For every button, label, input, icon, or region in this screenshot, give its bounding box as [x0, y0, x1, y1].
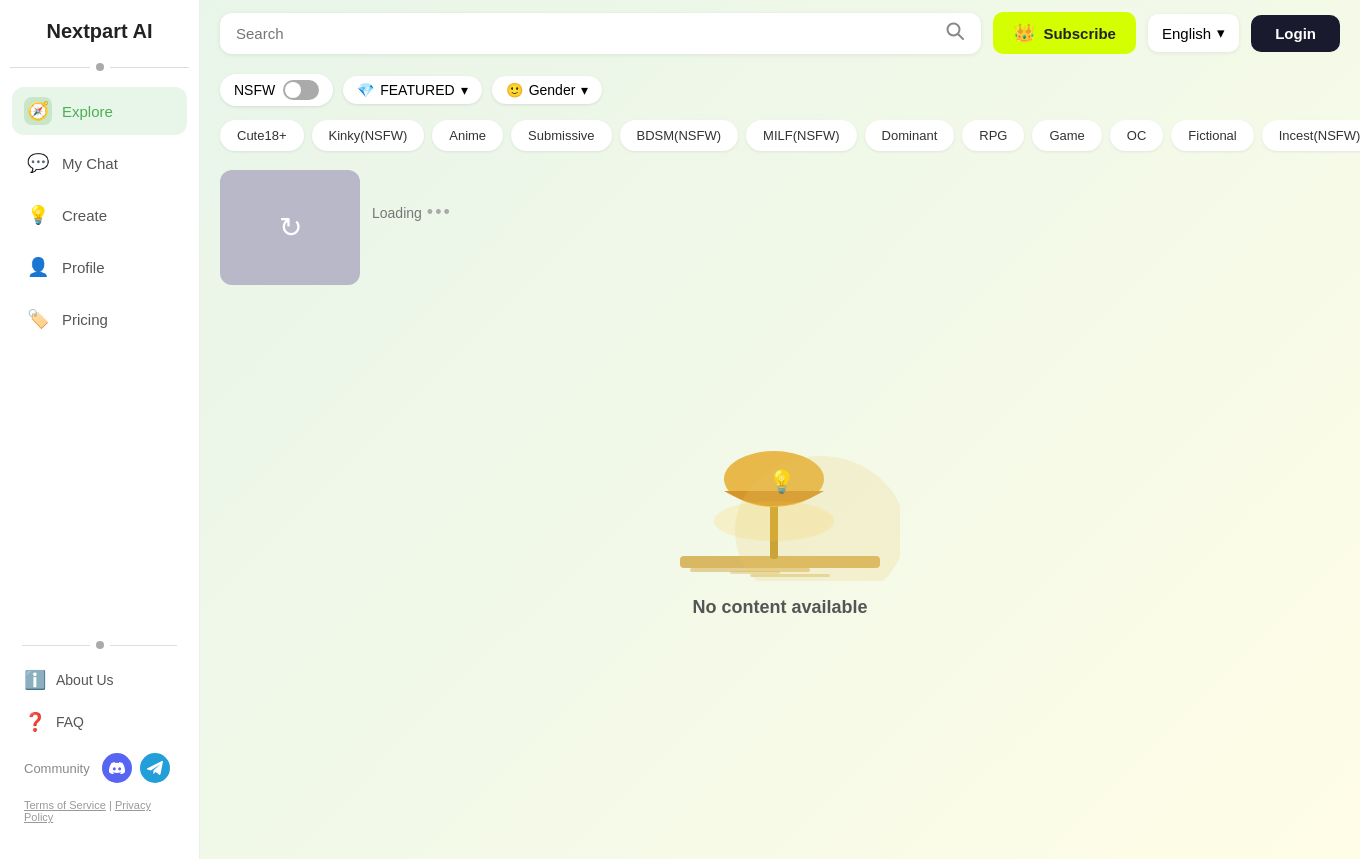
community-label: Community [24, 761, 90, 776]
footer-links: Terms of Service | Privacy Policy [12, 795, 187, 831]
category-tag-milf[interactable]: MILF(NSFW) [746, 120, 857, 151]
no-content-illustration: 💡 [660, 401, 900, 581]
nsfw-label: NSFW [234, 82, 275, 98]
language-label: English [1162, 25, 1211, 42]
chevron-down-icon: ▾ [1217, 24, 1225, 42]
faq-label: FAQ [56, 714, 84, 730]
pricing-icon: 🏷️ [24, 305, 52, 333]
faq-icon: ❓ [24, 711, 46, 733]
category-tag-oc[interactable]: OC [1110, 120, 1164, 151]
category-tag-kinky[interactable]: Kinky(NSFW) [312, 120, 425, 151]
profile-label: Profile [62, 259, 105, 276]
loading-text: Loading [372, 205, 422, 221]
nsfw-toggle[interactable]: NSFW [220, 74, 333, 106]
loading-card: ↻ [220, 170, 360, 285]
no-content-container: 💡 No content available [660, 401, 900, 618]
no-content-text: No content available [692, 597, 867, 618]
header: 👑 Subscribe English ▾ Login [200, 0, 1360, 66]
svg-line-1 [959, 34, 964, 39]
my-chat-label: My Chat [62, 155, 118, 172]
sidebar-item-create[interactable]: 💡 Create [12, 191, 187, 239]
explore-icon: 🧭 [24, 97, 52, 125]
my-chat-icon: 💬 [24, 149, 52, 177]
loading-dots-icon: ••• [427, 202, 452, 223]
sidebar-bottom: ℹ️ About Us ❓ FAQ Community Terms of Ser… [0, 633, 199, 839]
discord-icon[interactable] [102, 753, 132, 783]
app-logo: Nextpart AI [0, 20, 199, 63]
loading-indicator: Loading ••• [372, 202, 452, 223]
featured-label: FEATURED [380, 82, 454, 98]
crown-icon: 👑 [1013, 22, 1035, 44]
gender-chevron-icon: ▾ [581, 82, 588, 98]
terms-of-service-link[interactable]: Terms of Service [24, 799, 106, 811]
content-area: ↻ Loading ••• 💡 [200, 160, 1360, 859]
sidebar-top-divider [0, 63, 199, 87]
category-bar: Cute18+ Kinky(NSFW)Anime Submissive BDSM(NS… [200, 114, 1360, 160]
sidebar-item-about-us[interactable]: ℹ️ About Us [12, 661, 187, 699]
gender-filter[interactable]: 🙂 Gender ▾ [492, 76, 603, 104]
featured-icon: 💎 [357, 82, 374, 98]
category-tag-rpg[interactable]: RPG [962, 120, 1024, 151]
category-tag-game[interactable]: Game [1032, 120, 1101, 151]
svg-point-0 [948, 23, 960, 35]
login-button[interactable]: Login [1251, 15, 1340, 52]
nsfw-knob [285, 82, 301, 98]
search-icon[interactable] [945, 21, 965, 46]
sidebar-item-faq[interactable]: ❓ FAQ [12, 703, 187, 741]
filter-bar: NSFW 💎 FEATURED ▾ 🙂 Gender ▾ [200, 66, 1360, 114]
featured-chevron-icon: ▾ [461, 82, 468, 98]
nsfw-switch[interactable] [283, 80, 319, 100]
sidebar-item-profile[interactable]: 👤 Profile [12, 243, 187, 291]
category-tag-bdsm[interactable]: BDSM(NSFW) [620, 120, 739, 151]
category-tag-anime[interactable]: Anime [432, 120, 503, 151]
profile-icon: 👤 [24, 253, 52, 281]
gender-icon: 🙂 [506, 82, 523, 98]
pricing-label: Pricing [62, 311, 108, 328]
featured-filter[interactable]: 💎 FEATURED ▾ [343, 76, 481, 104]
subscribe-label: Subscribe [1043, 25, 1116, 42]
create-icon: 💡 [24, 201, 52, 229]
category-tag-fictional[interactable]: Fictional [1171, 120, 1253, 151]
language-button[interactable]: English ▾ [1148, 14, 1239, 52]
info-icon: ℹ️ [24, 669, 46, 691]
category-tag-dominant[interactable]: Dominant [865, 120, 955, 151]
search-bar [220, 13, 981, 54]
create-label: Create [62, 207, 107, 224]
subscribe-button[interactable]: 👑 Subscribe [993, 12, 1136, 54]
telegram-icon[interactable] [140, 753, 170, 783]
loading-spinner-icon: ↻ [279, 211, 302, 244]
gender-label: Gender [529, 82, 576, 98]
sidebar-item-pricing[interactable]: 🏷️ Pricing [12, 295, 187, 343]
about-us-label: About Us [56, 672, 114, 688]
explore-label: Explore [62, 103, 113, 120]
category-tag-cute18[interactable]: Cute18+ [220, 120, 304, 151]
category-tag-submissive[interactable]: Submissive [511, 120, 611, 151]
main-content: 👑 Subscribe English ▾ Login NSFW 💎 FEATU… [200, 0, 1360, 859]
category-tag-incest[interactable]: Incest(NSFW) [1262, 120, 1360, 151]
sidebar-item-explore[interactable]: 🧭 Explore [12, 87, 187, 135]
sidebar: Nextpart AI 🧭 Explore 💬 My Chat 💡 Create… [0, 0, 200, 859]
community-row: Community [12, 745, 187, 791]
search-input[interactable] [236, 25, 935, 42]
sidebar-nav: 🧭 Explore 💬 My Chat 💡 Create 👤 Profile 🏷… [0, 87, 199, 633]
sidebar-item-my-chat[interactable]: 💬 My Chat [12, 139, 187, 187]
sidebar-bottom-divider [12, 633, 187, 657]
